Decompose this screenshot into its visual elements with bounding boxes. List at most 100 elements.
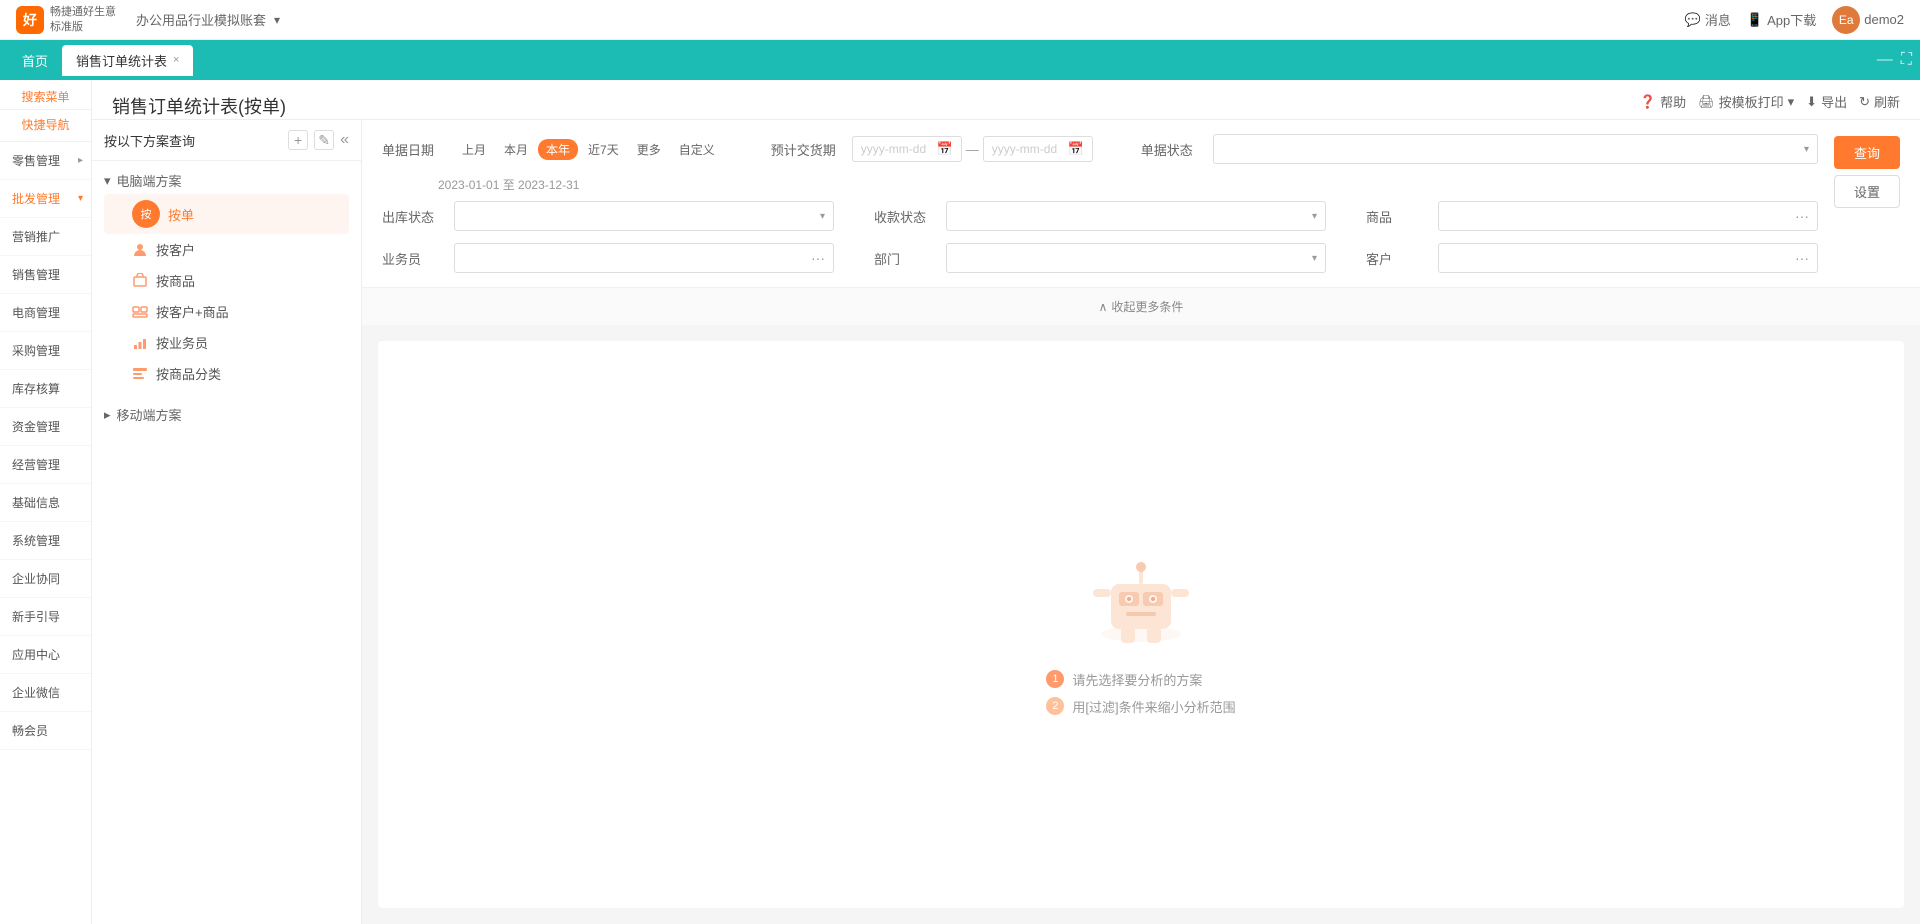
more-dots-icon: ··· — [811, 250, 825, 266]
tab-minimize-icon[interactable]: — — [1877, 51, 1893, 69]
sidebar-item-basic-info[interactable]: 基础信息 — [0, 484, 91, 522]
expected-date-label: 预计交货期 — [771, 140, 836, 159]
settings-button[interactable]: 设置 — [1834, 175, 1900, 208]
empty-state: 1 请先选择要分析的方案 2 用[过滤]条件来缩小分析范围 — [378, 341, 1904, 908]
content-area: 销售订单统计表(按单) ❓ 帮助 🖨 按模板打印 ▾ ⬇ 导出 ↻ 刷新 — [92, 80, 1920, 924]
single-status-select[interactable]: ▾ — [1213, 134, 1818, 164]
logo-area: 好 畅捷通好生意 标准版 — [16, 5, 116, 34]
top-bar-title: 办公用品行业模拟账套 — [136, 10, 266, 29]
payment-status-select[interactable]: ▾ — [946, 201, 1326, 231]
salesperson-select[interactable]: ··· — [454, 243, 834, 273]
export-button[interactable]: ⬇ 导出 — [1806, 92, 1847, 111]
top-bar-dropdown[interactable]: ▾ — [274, 13, 280, 27]
by-order-icon: 按 — [132, 200, 160, 228]
message-icon: 💬 — [1685, 12, 1701, 28]
tab-sales-order-stats[interactable]: 销售订单统计表 × — [62, 45, 193, 76]
customer-select[interactable]: ··· — [1438, 243, 1818, 273]
filter-row-3: 业务员 ··· 部门 — [382, 243, 1818, 273]
sidebar-item-retail[interactable]: 零售管理 ▸ — [0, 142, 91, 180]
scheme-collapse-button[interactable]: « — [340, 131, 349, 149]
filter-section: 单据日期 上月 本月 本年 近7天 更多 自定义 — [362, 120, 1920, 287]
download-icon: 📱 — [1747, 12, 1763, 28]
avatar: Ea — [1832, 6, 1860, 34]
date-btn-last-month[interactable]: 上月 — [454, 139, 494, 160]
delivery-status-select[interactable]: ▾ — [454, 201, 834, 231]
chevron-up-icon: ▾ — [78, 193, 83, 204]
sidebar: 搜索菜单 快捷导航 零售管理 ▸ 批发管理 ▾ 营销推广 销售管理 电商管理 采… — [0, 80, 92, 924]
plus-icon: + — [294, 132, 302, 148]
scheme-category-mobile-header[interactable]: ▸ 移动端方案 — [104, 401, 349, 428]
sidebar-item-inventory[interactable]: 库存核算 — [0, 370, 91, 408]
scheme-add-button[interactable]: + — [288, 130, 308, 150]
payment-label: 收款状态 — [874, 207, 930, 226]
logo-icon: 好 — [16, 6, 44, 34]
filter-btn-col: 查询 设置 — [1834, 134, 1900, 208]
scheme-item-by-goods[interactable]: 按商品 — [104, 265, 349, 296]
department-wrapper: ▾ — [946, 243, 1326, 273]
department-select[interactable]: ▾ — [946, 243, 1326, 273]
calendar-to-icon: 📅 — [1068, 141, 1084, 157]
sidebar-item-wholesale[interactable]: 批发管理 ▾ — [0, 180, 91, 218]
scheme-item-by-customer[interactable]: 按客户 — [104, 234, 349, 265]
collapse-more-conditions[interactable]: ∧ 收起更多条件 — [362, 287, 1920, 325]
chevron-right-icon: ▸ — [78, 155, 83, 166]
sidebar-item-sales[interactable]: 销售管理 — [0, 256, 91, 294]
date-btn-more[interactable]: 更多 — [629, 139, 669, 160]
query-button[interactable]: 查询 — [1834, 136, 1900, 169]
date-buttons: 上月 本月 本年 近7天 更多 自定义 — [454, 139, 723, 160]
sidebar-item-newbie[interactable]: 新手引导 — [0, 598, 91, 636]
print-button[interactable]: 🖨 按模板打印 ▾ — [1698, 92, 1794, 111]
expected-date-to[interactable]: yyyy-mm-dd 📅 — [983, 136, 1093, 162]
goods-label: 商品 — [1366, 207, 1422, 226]
more-dots-icon: ··· — [1795, 208, 1809, 224]
sidebar-item-wechat[interactable]: 企业微信 — [0, 674, 91, 712]
sidebar-item-system[interactable]: 系统管理 — [0, 522, 91, 560]
sidebar-item-marketing[interactable]: 营销推广 — [0, 218, 91, 256]
tab-close-icon[interactable]: × — [173, 54, 179, 66]
scheme-item-by-goods-category[interactable]: 按商品分类 — [104, 358, 349, 389]
scheme-item-by-customer-goods[interactable]: 按客户+商品 — [104, 296, 349, 327]
message-button[interactable]: 💬 消息 — [1685, 10, 1731, 29]
chevron-down-icon: ▾ — [104, 173, 111, 189]
filter-row-1: 单据日期 上月 本月 本年 近7天 更多 自定义 — [382, 134, 1818, 164]
user-menu-button[interactable]: Ea demo2 — [1832, 6, 1904, 34]
more-dots-icon: ··· — [1795, 250, 1809, 266]
expected-date-from[interactable]: yyyy-mm-dd 📅 — [852, 136, 962, 162]
empty-state-content: 1 请先选择要分析的方案 2 用[过滤]条件来缩小分析范围 — [1046, 534, 1235, 716]
sidebar-item-app-center[interactable]: 应用中心 — [0, 636, 91, 674]
sidebar-item-operations[interactable]: 经营管理 — [0, 446, 91, 484]
date-btn-custom[interactable]: 自定义 — [671, 139, 723, 160]
sidebar-item-member[interactable]: 畅会员 — [0, 712, 91, 750]
page-header: 销售订单统计表(按单) ❓ 帮助 🖨 按模板打印 ▾ ⬇ 导出 ↻ 刷新 — [92, 80, 1920, 120]
sidebar-item-enterprise[interactable]: 企业协同 — [0, 560, 91, 598]
scheme-item-by-salesperson[interactable]: 按业务员 — [104, 327, 349, 358]
main-layout: 搜索菜单 快捷导航 零售管理 ▸ 批发管理 ▾ 营销推广 销售管理 电商管理 采… — [0, 80, 1920, 924]
sidebar-search[interactable]: 搜索菜单 — [0, 80, 91, 110]
sidebar-item-ecommerce[interactable]: 电商管理 — [0, 294, 91, 332]
date-btn-this-year[interactable]: 本年 — [538, 139, 578, 160]
sidebar-item-finance[interactable]: 资金管理 — [0, 408, 91, 446]
help-button[interactable]: ❓ 帮助 — [1640, 92, 1686, 111]
date-btn-last-7[interactable]: 近7天 — [580, 139, 627, 160]
scheme-item-by-order[interactable]: 按 按单 — [104, 194, 349, 234]
date-btn-this-month[interactable]: 本月 — [496, 139, 536, 160]
content-inner: 按以下方案查询 + ✎ « ▾ 电脑端方案 — [92, 120, 1920, 924]
scheme-edit-button[interactable]: ✎ — [314, 130, 334, 150]
tab-home[interactable]: 首页 — [8, 45, 62, 76]
scheme-category-mobile: ▸ 移动端方案 — [92, 395, 361, 434]
collapse-up-icon: ∧ — [1099, 300, 1108, 314]
nav-tabs: 首页 销售订单统计表 × — ⛶ — [0, 40, 1920, 80]
goods-select[interactable]: ··· — [1438, 201, 1818, 231]
sidebar-item-purchase[interactable]: 采购管理 — [0, 332, 91, 370]
app-download-button[interactable]: 📱 App下载 — [1747, 10, 1816, 29]
tab-maximize-icon[interactable]: ⛶ — [1901, 51, 1912, 69]
refresh-button[interactable]: ↻ 刷新 — [1859, 92, 1900, 111]
chevron-down-icon: ▾ — [1312, 253, 1317, 264]
empty-illustration — [1081, 534, 1201, 654]
by-salesperson-icon — [132, 335, 148, 351]
chevron-down-icon: ▾ — [1312, 211, 1317, 222]
scheme-category-desktop-header[interactable]: ▾ 电脑端方案 — [104, 167, 349, 194]
top-bar-right: 💬 消息 📱 App下载 Ea demo2 — [1685, 6, 1904, 34]
sidebar-quick-nav[interactable]: 快捷导航 — [0, 110, 91, 142]
step-num-2: 2 — [1046, 697, 1064, 715]
